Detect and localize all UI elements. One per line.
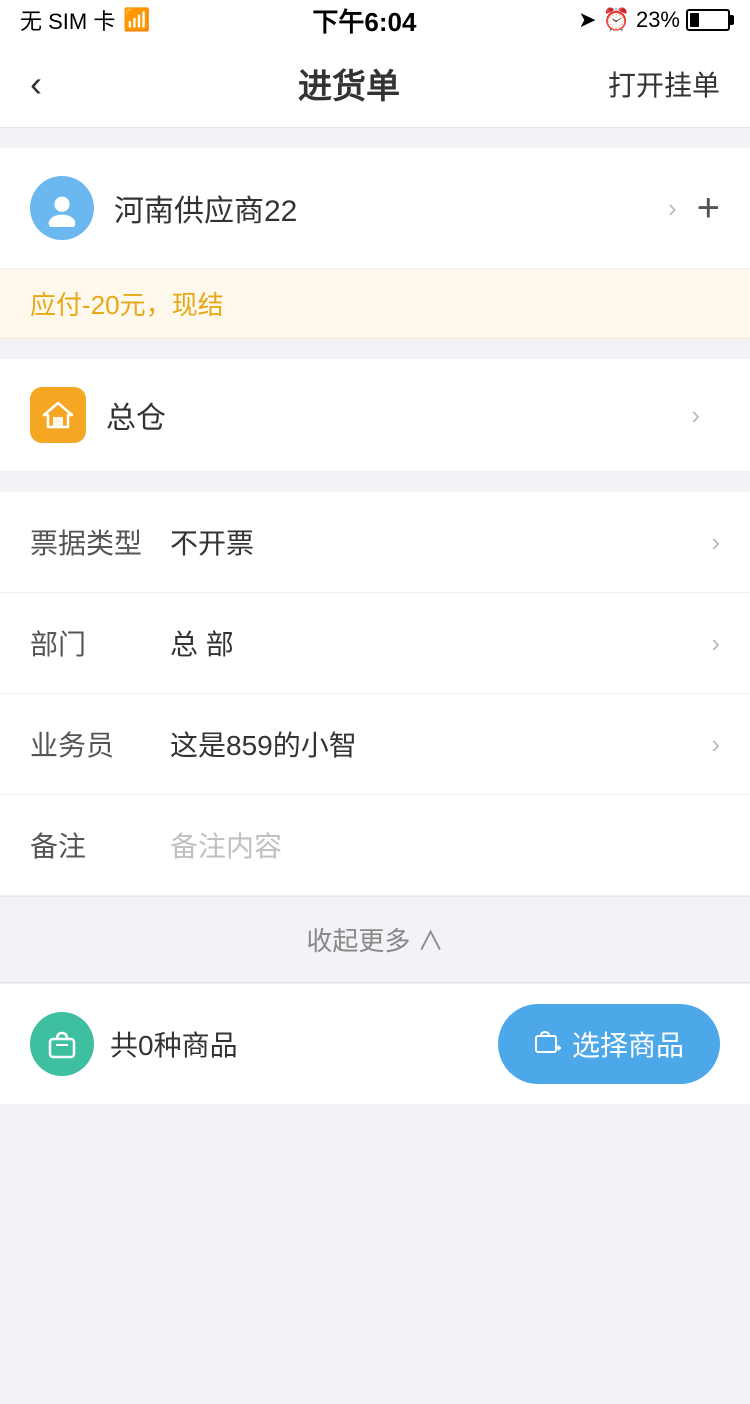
collapse-label: 收起更多 ∧ — [306, 921, 443, 958]
back-button[interactable]: ‹ — [30, 63, 90, 105]
status-right: ➤ ⏰ 23% — [578, 7, 730, 33]
chevron-right-icon: › — [711, 628, 720, 659]
salesperson-label: 业务员 — [30, 724, 150, 764]
product-icon-circle — [30, 1012, 94, 1076]
product-count-area: 共0种商品 — [30, 1012, 238, 1076]
alarm-icon: ⏰ — [603, 7, 630, 33]
invoice-type-label: 票据类型 — [30, 522, 150, 562]
select-product-button[interactable]: 选择商品 — [498, 1004, 720, 1084]
invoice-type-value: 不开票 — [170, 522, 711, 562]
supplier-name: 河南供应商22 — [114, 186, 668, 230]
salesperson-value: 这是859的小智 — [170, 724, 711, 764]
bottom-bar: 共0种商品 选择商品 — [0, 983, 750, 1104]
salesperson-row[interactable]: 业务员 这是859的小智 › — [0, 694, 750, 795]
battery-icon — [686, 9, 730, 31]
status-bar: 无 SIM 卡 📶 下午6:04 ➤ ⏰ 23% — [0, 0, 750, 40]
invoice-type-row[interactable]: 票据类型 不开票 › — [0, 492, 750, 593]
status-time: 下午6:04 — [312, 2, 416, 39]
add-button[interactable]: + — [697, 188, 720, 228]
location-icon: ➤ — [578, 7, 596, 33]
notice-text: 应付-20元，现结 — [30, 290, 224, 320]
department-label: 部门 — [30, 623, 150, 663]
sim-label: 无 SIM 卡 — [20, 4, 115, 36]
wifi-icon: 📶 — [123, 7, 150, 33]
warehouse-section: 总仓 › — [0, 359, 750, 472]
remark-row[interactable]: 备注 备注内容 — [0, 795, 750, 896]
chevron-right-icon: › — [711, 527, 720, 558]
chevron-right-icon: › — [668, 193, 677, 224]
section-gap-3 — [0, 472, 750, 492]
notice-bar: 应付-20元，现结 — [0, 269, 750, 339]
battery-percent: 23% — [636, 7, 680, 33]
page-background — [0, 1104, 750, 1404]
department-value: 总 部 — [170, 623, 711, 663]
supplier-row[interactable]: 河南供应商22 › + — [0, 148, 750, 269]
warehouse-icon — [30, 387, 86, 443]
form-section: 票据类型 不开票 › 部门 总 部 › 业务员 这是859的小智 › 备注 备注… — [0, 492, 750, 896]
department-row[interactable]: 部门 总 部 › — [0, 593, 750, 694]
remark-label: 备注 — [30, 825, 150, 865]
page-title: 进货单 — [298, 59, 400, 108]
chevron-right-icon: › — [711, 729, 720, 760]
user-icon — [43, 189, 81, 227]
chevron-right-icon: › — [691, 400, 700, 431]
remark-input-placeholder[interactable]: 备注内容 — [170, 825, 720, 865]
warehouse-name: 总仓 — [106, 393, 691, 437]
home-icon — [42, 399, 74, 431]
status-left: 无 SIM 卡 📶 — [20, 4, 151, 36]
nav-bar: ‹ 进货单 打开挂单 — [0, 40, 750, 128]
select-product-icon — [534, 1030, 562, 1058]
select-product-label: 选择商品 — [572, 1024, 684, 1064]
warehouse-row[interactable]: 总仓 › — [0, 359, 750, 472]
avatar — [30, 176, 94, 240]
shopping-bag-icon — [45, 1027, 79, 1061]
section-gap-1 — [0, 128, 750, 148]
supplier-section: 河南供应商22 › + 应付-20元，现结 — [0, 148, 750, 339]
product-count-text: 共0种商品 — [110, 1024, 238, 1064]
section-gap-2 — [0, 339, 750, 359]
open-pending-button[interactable]: 打开挂单 — [608, 64, 720, 104]
collapse-button[interactable]: 收起更多 ∧ — [0, 896, 750, 983]
